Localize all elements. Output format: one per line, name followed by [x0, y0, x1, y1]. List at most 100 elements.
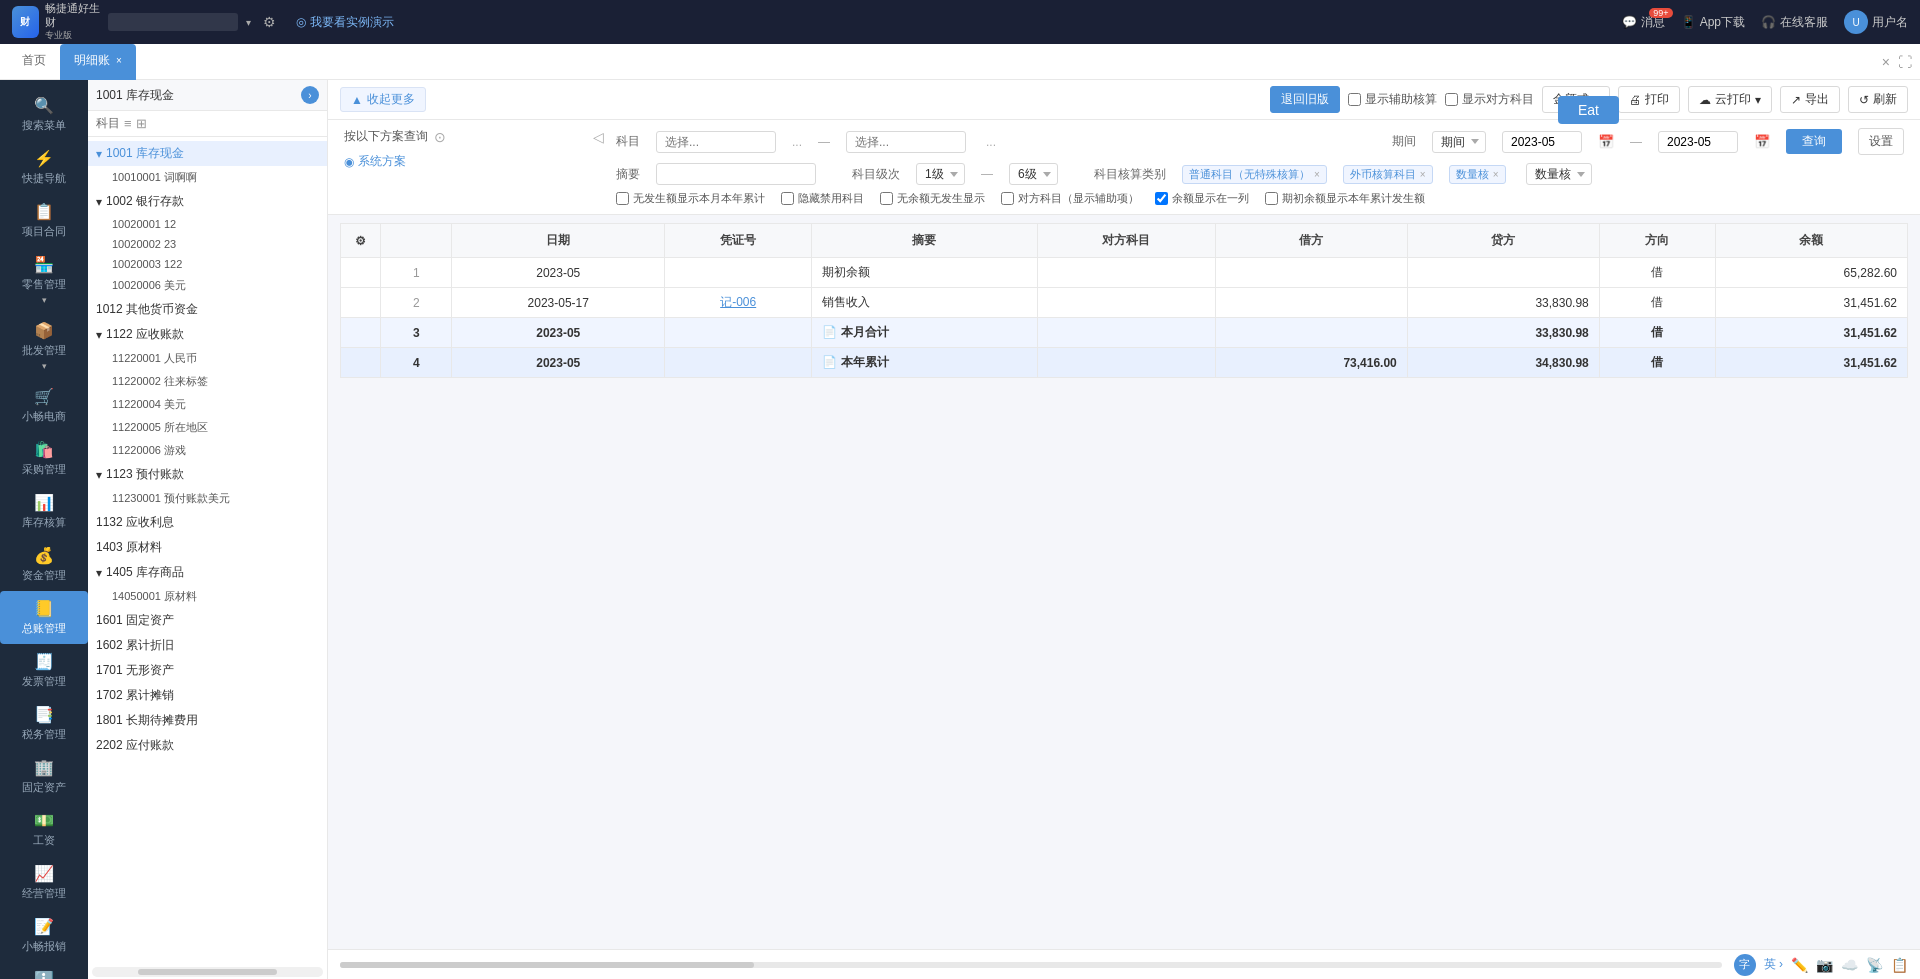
tree-item-1123[interactable]: ▾ 1123 预付账款 [88, 462, 327, 487]
period-from-input[interactable] [1502, 131, 1582, 153]
sidebar-item-wholesale[interactable]: 📦 批发管理 ▾ [0, 313, 88, 379]
window-title-input[interactable] [108, 13, 238, 31]
sidebar-item-business[interactable]: 📈 经营管理 [0, 856, 88, 909]
tab-home[interactable]: 首页 [8, 44, 60, 80]
tree-item-11220004[interactable]: 11220004 美元 [88, 393, 327, 416]
tree-item-1601[interactable]: 1601 固定资产 [88, 608, 327, 633]
refresh-btn[interactable]: ↺ 刷新 [1848, 86, 1908, 113]
sidebar-item-search[interactable]: 🔍 搜索菜单 [0, 88, 88, 141]
signal-icon[interactable]: 📡 [1866, 957, 1883, 973]
cb-hide-disabled-input[interactable] [781, 192, 794, 205]
tree-item-1122[interactable]: ▾ 1122 应收账款 [88, 322, 327, 347]
cb-balance-one-col[interactable]: 余额显示在一列 [1155, 191, 1249, 206]
show-counterpart-checkbox[interactable] [1445, 93, 1458, 106]
show-auxiliary-checkbox[interactable] [1348, 93, 1361, 106]
tree-item-10020006[interactable]: 10020006 美元 [88, 274, 327, 297]
level-from-select[interactable]: 1级 2级 3级 [916, 163, 965, 185]
message-btn[interactable]: 💬 消息 99+ [1622, 14, 1665, 31]
cb-no-balance-show[interactable]: 无余额无发生显示 [880, 191, 985, 206]
cloud-icon[interactable]: ☁️ [1841, 957, 1858, 973]
cloud-print-btn[interactable]: ☁ 云打印 ▾ [1688, 86, 1772, 113]
quantity-select[interactable]: 数量核 [1526, 163, 1592, 185]
tab-expand-icon[interactable]: ⛶ [1898, 54, 1912, 70]
print-btn[interactable]: 🖨 打印 [1618, 86, 1680, 113]
cb-opening-show[interactable]: 期初余额显示本年累计发生额 [1265, 191, 1425, 206]
tree-item-1602[interactable]: 1602 累计折旧 [88, 633, 327, 658]
cb-no-balance[interactable]: 无发生额显示本月本年累计 [616, 191, 765, 206]
sidebar-item-general-ledger[interactable]: 📒 总账管理 [0, 591, 88, 644]
tree-item-1403[interactable]: 1403 原材料 [88, 535, 327, 560]
tree-item-1702[interactable]: 1702 累计摊销 [88, 683, 327, 708]
user-avatar-area[interactable]: U 用户名 [1844, 10, 1908, 34]
tree-grid-icon[interactable]: ⊞ [136, 116, 147, 131]
period-type-select[interactable]: 期间 [1432, 131, 1486, 153]
scheme-settings-icon[interactable]: ⊙ [434, 129, 446, 145]
cb-balance-one-col-input[interactable] [1155, 192, 1168, 205]
lang-btn[interactable]: 英 › [1764, 956, 1783, 973]
type-tag-1-close[interactable]: × [1314, 169, 1320, 180]
window-dropdown-arrow[interactable]: ▾ [246, 17, 251, 28]
tree-item-11220006[interactable]: 11220006 游戏 [88, 439, 327, 462]
cb-hide-disabled[interactable]: 隐藏禁用科目 [781, 191, 864, 206]
show-auxiliary-label[interactable]: 显示辅助核算 [1348, 91, 1437, 108]
clipboard-icon[interactable]: 📋 [1891, 957, 1908, 973]
tree-item-11220002[interactable]: 11220002 往来标签 [88, 370, 327, 393]
eat-button[interactable]: Eat [1558, 96, 1619, 124]
level-to-select[interactable]: 6级 5级 4级 [1009, 163, 1058, 185]
account-nav-btn[interactable]: › [301, 86, 319, 104]
show-counterpart-label[interactable]: 显示对方科目 [1445, 91, 1534, 108]
sidebar-item-payroll[interactable]: 💵 工资 [0, 803, 88, 856]
sidebar-item-tax[interactable]: 📑 税务管理 [0, 697, 88, 750]
tree-item-1012[interactable]: 1012 其他货币资金 [88, 297, 327, 322]
expand-more-btn[interactable]: ▲ 收起更多 [340, 87, 426, 112]
cb-counterpart-show-input[interactable] [1001, 192, 1014, 205]
cb-opening-show-input[interactable] [1265, 192, 1278, 205]
subject-input[interactable] [656, 131, 776, 153]
tree-item-10020001[interactable]: 10020001 12 [88, 214, 327, 234]
tree-item-1132[interactable]: 1132 应收利息 [88, 510, 327, 535]
top-settings-icon[interactable]: ⚙ [263, 14, 276, 30]
sidebar-item-ecommerce[interactable]: 🛒 小畅电商 [0, 379, 88, 432]
cb-no-balance-show-input[interactable] [880, 192, 893, 205]
tree-item-1405[interactable]: ▾ 1405 库存商品 [88, 560, 327, 585]
sidebar-item-quick-nav[interactable]: ⚡ 快捷导航 [0, 141, 88, 194]
sidebar-item-retail[interactable]: 🏪 零售管理 ▾ [0, 247, 88, 313]
tree-item-10020003[interactable]: 10020003 122 [88, 254, 327, 274]
sidebar-item-fixed-assets[interactable]: 🏢 固定资产 [0, 750, 88, 803]
translate-btn[interactable]: 字 [1734, 954, 1756, 976]
summary-input[interactable] [656, 163, 816, 185]
tree-item-14050001[interactable]: 14050001 原材料 [88, 585, 327, 608]
tree-item-2202[interactable]: 2202 应付账款 [88, 733, 327, 758]
tree-item-1002[interactable]: ▾ 1002 银行存款 [88, 189, 327, 214]
cb-counterpart-show[interactable]: 对方科目（显示辅助项） [1001, 191, 1139, 206]
demo-link[interactable]: ◎ 我要看实例演示 [296, 14, 394, 31]
query-btn[interactable]: 查询 [1786, 129, 1842, 154]
tree-item-1801[interactable]: 1801 长期待摊费用 [88, 708, 327, 733]
sidebar-item-inventory[interactable]: 📊 库存核算 [0, 485, 88, 538]
cell-voucher-2[interactable]: 记-006 [665, 288, 812, 318]
tree-item-11230001[interactable]: 11230001 预付账款美元 [88, 487, 327, 510]
sidebar-item-purchase[interactable]: 🛍️ 采购管理 [0, 432, 88, 485]
sidebar-item-sales[interactable]: 📝 小畅报销 [0, 909, 88, 962]
tree-item-11220001[interactable]: 11220001 人民币 [88, 347, 327, 370]
tree-list-icon[interactable]: ≡ [124, 116, 132, 131]
tree-item-10020002[interactable]: 10020002 23 [88, 234, 327, 254]
th-settings[interactable]: ⚙ [341, 224, 381, 258]
type-tag-2-close[interactable]: × [1420, 169, 1426, 180]
app-download-btn[interactable]: 📱 App下载 [1681, 14, 1745, 31]
edit-icon[interactable]: ✏️ [1791, 957, 1808, 973]
tree-item-1701[interactable]: 1701 无形资产 [88, 658, 327, 683]
tree-item-10010001[interactable]: 10010001 词啊啊 [88, 166, 327, 189]
sidebar-item-invoice[interactable]: 🧾 发票管理 [0, 644, 88, 697]
calendar-from-icon[interactable]: 📅 [1598, 134, 1614, 149]
sidebar-item-base-info[interactable]: ℹ️ 基础信息 [0, 962, 88, 979]
camera-icon[interactable]: 📷 [1816, 957, 1833, 973]
table-settings-icon[interactable]: ⚙ [355, 234, 366, 248]
sidebar-item-capital[interactable]: 💰 资金管理 [0, 538, 88, 591]
online-service-btn[interactable]: 🎧 在线客服 [1761, 14, 1828, 31]
tab-detail-close[interactable]: × [116, 55, 122, 66]
setting-btn[interactable]: 设置 [1858, 128, 1904, 155]
calendar-to-icon[interactable]: 📅 [1754, 134, 1770, 149]
export-btn[interactable]: ↗ 导出 [1780, 86, 1840, 113]
collapse-arrow-icon[interactable]: ◁ [593, 129, 604, 145]
